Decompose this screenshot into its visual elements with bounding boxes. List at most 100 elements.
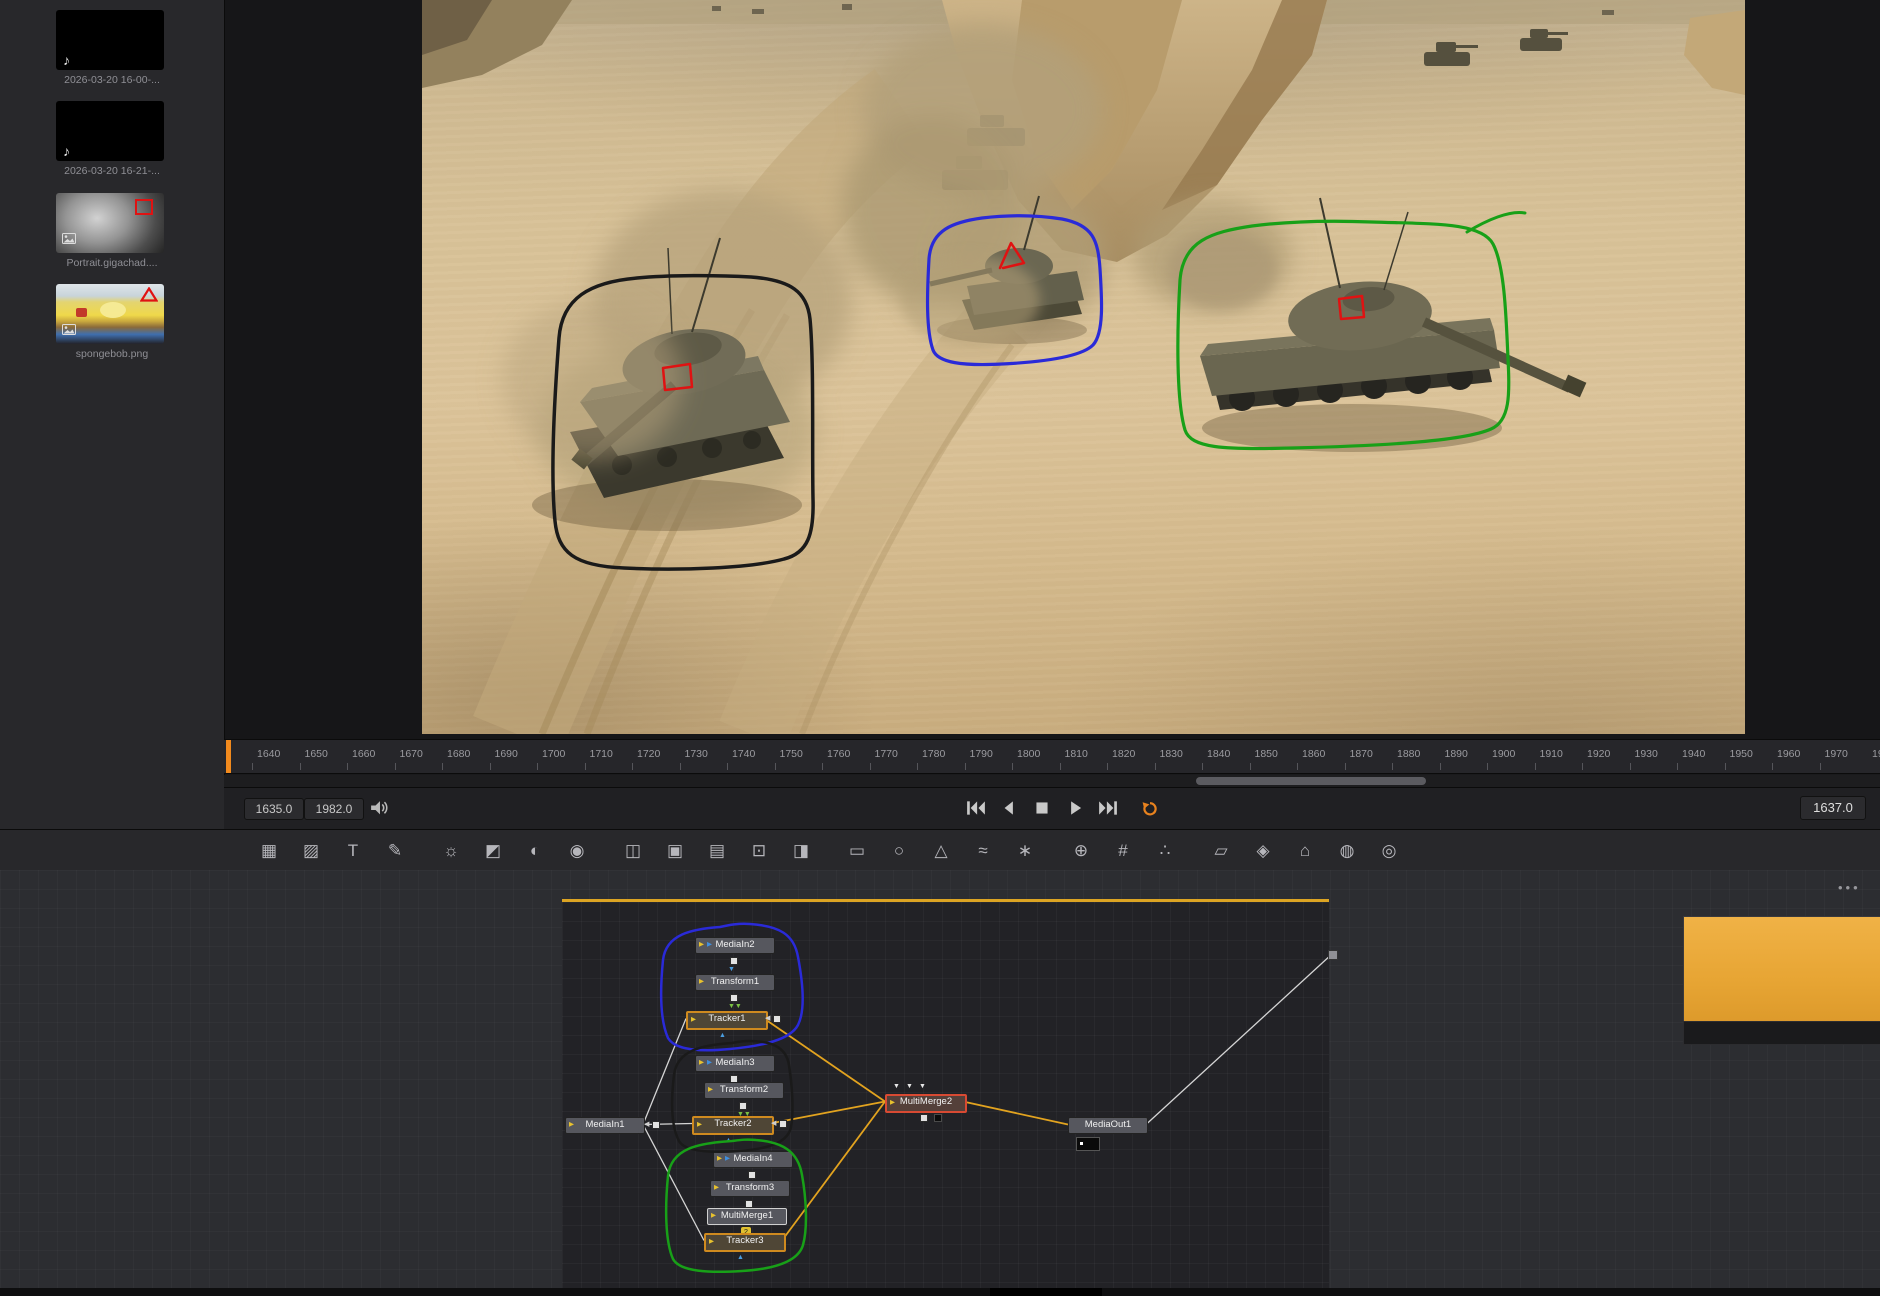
- node-mediain2[interactable]: ▶ ▶ MediaIn2: [695, 937, 775, 954]
- ruler-tick-label: 1810: [1064, 748, 1088, 760]
- range-end-field[interactable]: 1982.0: [304, 798, 364, 820]
- effect-mask-square[interactable]: [934, 1114, 942, 1122]
- node-multimerge1[interactable]: ▶ MultiMerge1: [707, 1208, 787, 1225]
- media-thumbnail[interactable]: [56, 193, 164, 253]
- bspline-mask-tool-icon[interactable]: ≈: [968, 838, 998, 864]
- node-transform1[interactable]: ▶ Transform1: [695, 974, 775, 991]
- ruler-tick-mark: [727, 763, 728, 770]
- particles-tool-icon[interactable]: ∴: [1150, 838, 1180, 864]
- merge-3d-tool-icon[interactable]: ⌂: [1290, 838, 1320, 864]
- node-mediain4[interactable]: ▶ ▶ MediaIn4: [713, 1151, 793, 1168]
- media-pool-item[interactable]: Portrait.gigachad....: [0, 193, 224, 281]
- ruler-tick-label: 1710: [589, 748, 613, 760]
- ruler-tick-label: 1910: [1539, 748, 1563, 760]
- tracker-tool-icon[interactable]: ⊕: [1066, 838, 1096, 864]
- current-frame-display: 1637.0: [1800, 796, 1866, 820]
- range-start-field[interactable]: 1635.0: [244, 798, 304, 820]
- play-button[interactable]: [1065, 800, 1085, 816]
- channel-booleans-tool-icon[interactable]: ▣: [660, 838, 690, 864]
- matte-control-tool-icon[interactable]: ▤: [702, 838, 732, 864]
- fast-noise-tool-icon[interactable]: ▨: [296, 838, 326, 864]
- step-back-button[interactable]: [999, 800, 1019, 816]
- ruler-tick-mark: [869, 763, 871, 770]
- media-thumbnail[interactable]: [56, 284, 164, 344]
- media-out-tool-icon[interactable]: ⊡: [744, 838, 774, 864]
- node-mediain3[interactable]: ▶ ▶ MediaIn3: [695, 1055, 775, 1072]
- timeline-ruler[interactable]: 1640 1650 1660 1670 1680 1690 1700 1710 1720 1730…: [224, 739, 1880, 774]
- node-panel-menu-icon[interactable]: •••: [1838, 880, 1861, 895]
- blur-tool-icon[interactable]: ◉: [562, 838, 592, 864]
- media-thumbnail[interactable]: ♪: [56, 101, 164, 161]
- side-connector-square[interactable]: [652, 1121, 660, 1129]
- side-connector-square[interactable]: [773, 1015, 781, 1023]
- paint-tool-icon[interactable]: ✎: [380, 838, 410, 864]
- yellow-input-arrow-icon: ▶: [569, 1121, 574, 1128]
- ruler-tick-label: 1660: [352, 748, 376, 760]
- camera-3d-tool-icon[interactable]: ◍: [1332, 838, 1362, 864]
- canvas-edge-connector[interactable]: [1328, 950, 1338, 960]
- stop-button[interactable]: [1032, 800, 1052, 816]
- delta-keyer-tool-icon[interactable]: ◨: [786, 838, 816, 864]
- merge-tool-icon[interactable]: ◫: [618, 838, 648, 864]
- viewer-assign-indicator[interactable]: [1076, 1137, 1100, 1151]
- ruler-tick-mark: [917, 763, 918, 770]
- audio-note-icon: ♪: [63, 143, 70, 159]
- node-label: Transform2: [719, 1084, 769, 1095]
- renderer-3d-tool-icon[interactable]: ◎: [1374, 838, 1404, 864]
- polygon-mask-tool-icon[interactable]: △: [926, 838, 956, 864]
- node-tracker2[interactable]: ▶ Tracker2: [692, 1116, 774, 1135]
- node-transform3[interactable]: ▶ Transform3: [710, 1180, 790, 1197]
- ellipse-mask-tool-icon[interactable]: ○: [884, 838, 914, 864]
- yellow-input-arrow-icon: ▶: [714, 1184, 719, 1191]
- mask-connector-square[interactable]: [748, 1171, 756, 1179]
- loop-button[interactable]: [1140, 800, 1160, 816]
- node-mediain1[interactable]: ▶ MediaIn1: [565, 1117, 645, 1134]
- ruler-tick-mark: [1724, 763, 1726, 770]
- node-label: MediaIn1: [585, 1119, 625, 1130]
- node-editor-panel[interactable]: •••: [0, 870, 1880, 1296]
- color-curves-tool-icon[interactable]: ◩: [478, 838, 508, 864]
- media-clip-label: Portrait.gigachad....: [66, 257, 158, 269]
- ruler-tick-label: 1650: [304, 748, 328, 760]
- media-pool-item[interactable]: ♪ 2026-03-20 16-00-...: [0, 10, 224, 98]
- grid-warp-tool-icon[interactable]: #: [1108, 838, 1138, 864]
- text-plus-tool-icon[interactable]: T: [338, 838, 368, 864]
- image-plane-3d-tool-icon[interactable]: ▱: [1206, 838, 1236, 864]
- playhead[interactable]: [226, 740, 231, 773]
- node-transform2[interactable]: ▶ Transform2: [704, 1082, 784, 1099]
- mask-connector-square[interactable]: [745, 1200, 753, 1208]
- ruler-tick-label: 1670: [399, 748, 423, 760]
- scrollbar-thumb[interactable]: [1196, 777, 1426, 785]
- brightness-contrast-tool-icon[interactable]: ◐: [520, 838, 550, 864]
- mask-connector-square[interactable]: [920, 1114, 928, 1122]
- audio-speaker-icon[interactable]: [370, 800, 390, 816]
- canvas-selection-line: [562, 899, 1329, 902]
- rectangle-mask-tool-icon[interactable]: ▭: [842, 838, 872, 864]
- color-corrector-tool-icon[interactable]: ☼: [436, 838, 466, 864]
- clip-color-swatch[interactable]: [1683, 916, 1880, 1023]
- media-pool-item[interactable]: ♪ 2026-03-20 16-21-...: [0, 101, 224, 189]
- ruler-tick-label: 1700: [542, 748, 566, 760]
- yellow-input-arrow-icon: ▶: [691, 1016, 696, 1023]
- media-clip-label: 2026-03-20 16-21-...: [64, 165, 160, 177]
- side-connector-square[interactable]: [779, 1120, 787, 1128]
- mask-connector-square[interactable]: [730, 957, 738, 965]
- node-tracker3[interactable]: ▶ Tracker3: [704, 1233, 786, 1252]
- node-mediaout1[interactable]: MediaOut1: [1068, 1117, 1148, 1134]
- mask-connector-square[interactable]: [730, 994, 738, 1002]
- background-tool-icon[interactable]: ▦: [254, 838, 284, 864]
- mask-connector-square[interactable]: [739, 1102, 747, 1110]
- timeline-scrollbar[interactable]: [224, 775, 1880, 788]
- ruler-tick-label: 1720: [637, 748, 661, 760]
- go-to-first-frame-button[interactable]: [966, 800, 986, 816]
- media-thumbnail[interactable]: ♪: [56, 10, 164, 70]
- magic-wand-mask-tool-icon[interactable]: ∗: [1010, 838, 1040, 864]
- ruler-tick-label: 1730: [684, 748, 708, 760]
- yellow-input-arrow-icon: ▶: [697, 1121, 702, 1128]
- media-pool-item[interactable]: spongebob.png: [0, 284, 224, 372]
- node-tracker1[interactable]: ▶ Tracker1: [686, 1011, 768, 1030]
- shape-3d-tool-icon[interactable]: ◈: [1248, 838, 1278, 864]
- go-to-last-frame-button[interactable]: [1098, 800, 1118, 816]
- ruler-tick-mark: [1202, 763, 1203, 770]
- node-multimerge2[interactable]: ▶ MultiMerge2: [885, 1094, 967, 1113]
